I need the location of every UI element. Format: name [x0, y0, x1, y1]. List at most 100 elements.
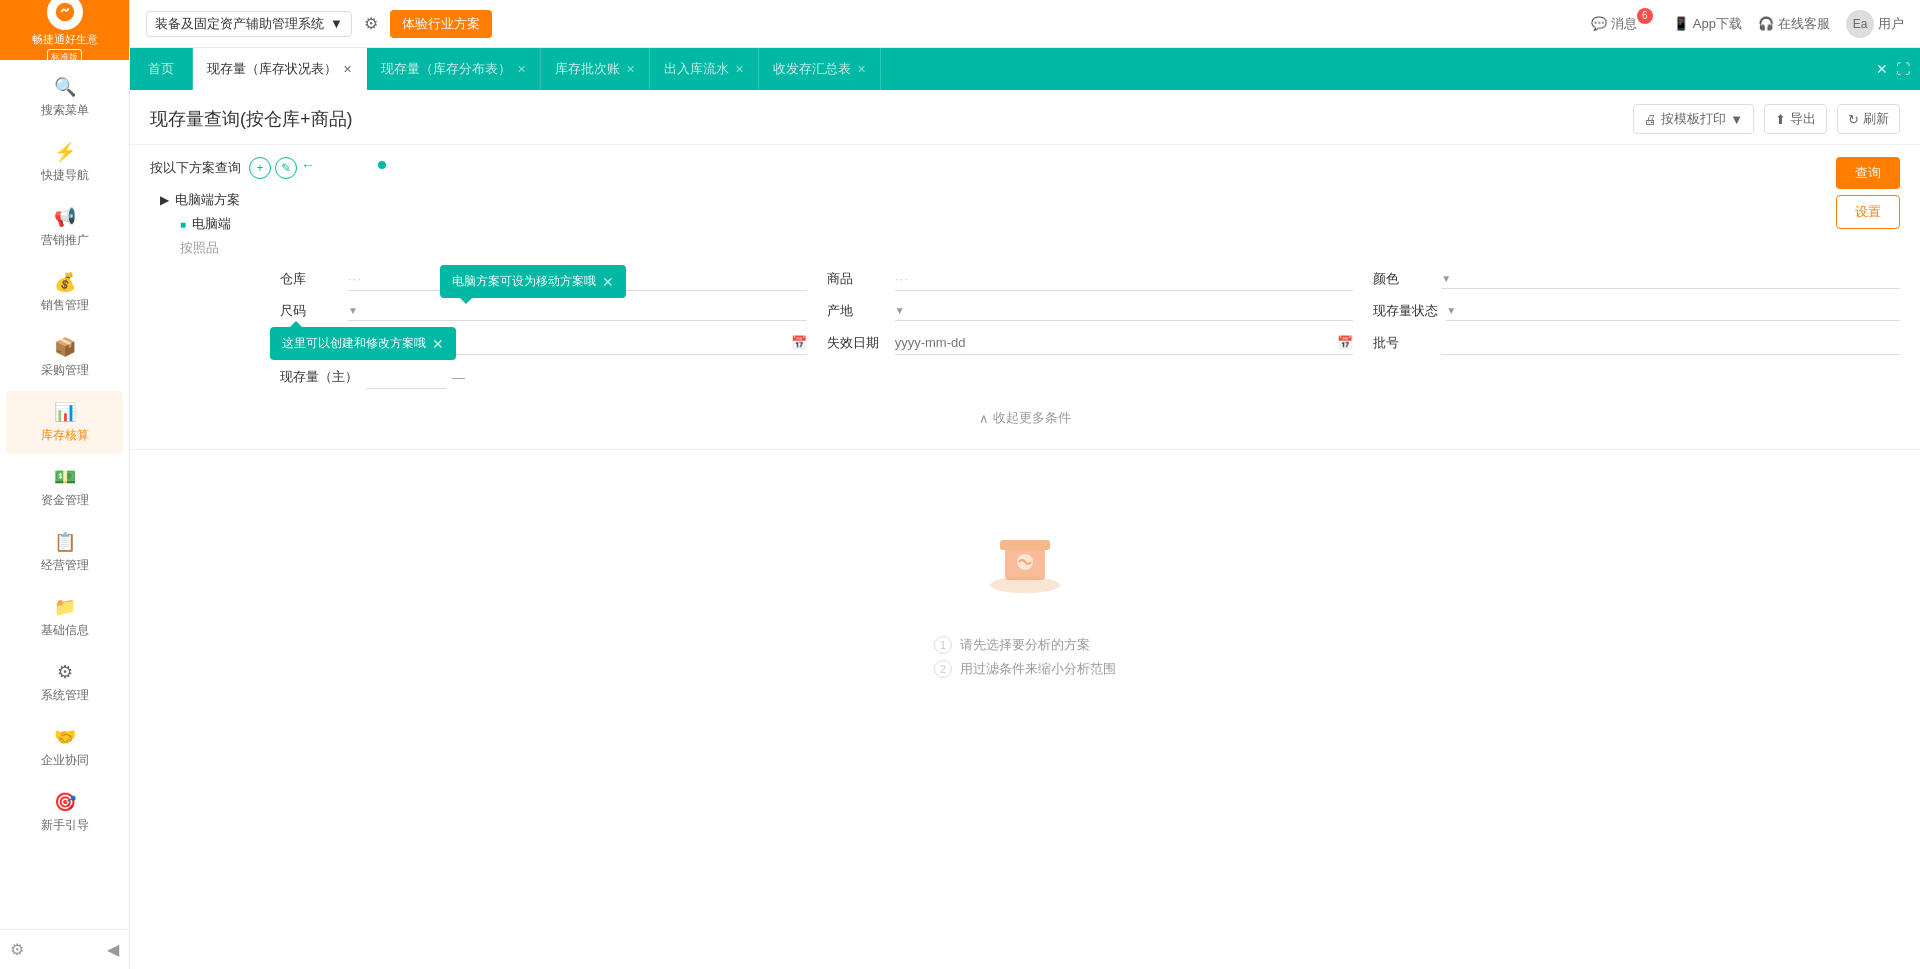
desktop-item-1[interactable]: ■ 电脑端 [180, 215, 1900, 233]
filter-section: 按以下方案查询 + ✎ ← ▶ 电脑端方案 ■ [130, 145, 1920, 450]
collapse-sidebar-icon[interactable]: ◀ [107, 940, 119, 959]
sidebar-item-inventory[interactable]: 📊 库存核算 [6, 391, 123, 454]
sidebar-item-enterprise[interactable]: 🤝 企业协同 [6, 716, 123, 779]
bullet-icon: ■ [180, 219, 186, 230]
sidebar-item-search[interactable]: 🔍 搜索菜单 [6, 66, 123, 129]
dot-indicator [378, 161, 386, 169]
origin-dropdown-icon: ▼ [895, 305, 905, 316]
sidebar-item-operations[interactable]: 📋 经营管理 [6, 521, 123, 584]
top-header: 装备及固定资产辅助管理系统 ▼ ⚙ 体验行业方案 💬 消息 6 📱 App下载 … [130, 0, 1920, 48]
calendar-icon[interactable]: 📅 [791, 335, 807, 350]
sidebar-item-label: 库存核算 [41, 427, 89, 444]
tab-inventory-status-label: 现存量（库存状况表） [207, 60, 337, 78]
sidebar-item-finance[interactable]: 💵 资金管理 [6, 456, 123, 519]
svg-rect-3 [1000, 540, 1050, 550]
user-label: 用户 [1878, 15, 1904, 33]
goods-select[interactable]: ··· [895, 267, 1354, 291]
print-btn[interactable]: 🖨 按模板打印 ▼ [1633, 104, 1754, 134]
tab-close-icon[interactable]: ✕ [343, 63, 352, 76]
tab-close-icon[interactable]: ✕ [626, 63, 635, 76]
edit-scheme-btn[interactable]: ✎ [275, 157, 297, 179]
close-tab-icon[interactable]: ✕ [1876, 61, 1888, 77]
origin-select[interactable]: ▼ [895, 301, 1354, 321]
page-actions: 🖨 按模板打印 ▼ ⬆ 导出 ↻ 刷新 [1633, 104, 1900, 134]
sidebar-item-basicinfo[interactable]: 📁 基础信息 [6, 586, 123, 649]
empty-step-2: 2 用过滤条件来缩小分析范围 [934, 660, 1116, 678]
size-label: 尺码 [280, 302, 340, 320]
tab-summary[interactable]: 收发存汇总表 ✕ [759, 48, 881, 90]
goods-label: 商品 [827, 270, 887, 288]
tab-close-icon[interactable]: ✕ [857, 63, 866, 76]
stock-min-input[interactable] [366, 365, 446, 389]
color-label: 颜色 [1373, 270, 1433, 288]
desktop-item-2-label: 按照品 [180, 239, 219, 257]
filter-item-stock-main: 现存量（主） — [280, 365, 1900, 389]
tab-close-icon[interactable]: ✕ [735, 63, 744, 76]
tab-batch-label: 库存批次账 [555, 60, 620, 78]
main-area: 装备及固定资产辅助管理系统 ▼ ⚙ 体验行业方案 💬 消息 6 📱 App下载 … [130, 0, 1920, 969]
collapse-up-icon: ∧ [979, 411, 989, 426]
tab-inventory-dist[interactable]: 现存量（库存分布表） ✕ [367, 48, 541, 90]
sidebar-item-sales[interactable]: 💰 销售管理 [6, 261, 123, 324]
page-header: 现存量查询(按仓库+商品) 🖨 按模板打印 ▼ ⬆ 导出 ↻ 刷新 [130, 90, 1920, 145]
stock-range: — [366, 365, 465, 389]
tab-close-icon[interactable]: ✕ [517, 63, 526, 76]
industry-btn[interactable]: 体验行业方案 [390, 10, 492, 38]
refresh-icon: ↻ [1848, 112, 1859, 127]
export-btn[interactable]: ⬆ 导出 [1764, 104, 1827, 134]
settings-icon[interactable]: ⚙ [364, 14, 378, 33]
query-btn[interactable]: 查询 [1836, 157, 1900, 189]
expiry-date-input[interactable]: 📅 [895, 331, 1354, 355]
edit-tooltip-close[interactable]: ✕ [432, 336, 444, 352]
arrow-left-icon[interactable]: ← [301, 157, 315, 179]
system-icon: ⚙ [57, 661, 73, 683]
stock-status-select[interactable]: ▼ [1446, 301, 1900, 321]
sidebar-item-marketing[interactable]: 📢 营销推广 [6, 196, 123, 259]
collapse-btn[interactable]: ∧ 收起更多条件 [979, 409, 1071, 427]
online-support-btn[interactable]: 🎧 在线客服 [1758, 15, 1830, 33]
calendar2-icon[interactable]: 📅 [1337, 335, 1353, 350]
user-btn[interactable]: Ea 用户 [1846, 10, 1904, 38]
messages-label: 消息 [1611, 15, 1637, 33]
tab-inventory-status[interactable]: 现存量（库存状况表） ✕ [193, 48, 367, 90]
size-select[interactable]: ▼ [348, 301, 807, 321]
desktop-item-2[interactable]: 按照品 [180, 239, 1900, 257]
goods-dots: ··· [895, 271, 909, 286]
sidebar-item-system[interactable]: ⚙ 系统管理 [6, 651, 123, 714]
logo-text: 畅捷通好生意 [32, 32, 98, 46]
settings-query-btn[interactable]: 设置 [1836, 195, 1900, 229]
sidebar-item-label: 销售管理 [41, 297, 89, 314]
search-icon: 🔍 [54, 76, 76, 98]
header-left: 装备及固定资产辅助管理系统 ▼ ⚙ 体验行业方案 [146, 10, 492, 38]
sidebar-item-label: 系统管理 [41, 687, 89, 704]
sidebar-item-purchase[interactable]: 📦 采购管理 [6, 326, 123, 389]
batch-input[interactable] [1441, 331, 1900, 355]
size-dropdown-icon: ▼ [348, 305, 358, 316]
app-download-btn[interactable]: 📱 App下载 [1673, 15, 1742, 33]
tab-home[interactable]: 首页 [130, 48, 193, 90]
add-scheme-btn[interactable]: + [249, 157, 271, 179]
page-title: 现存量查询(按仓库+商品) [150, 107, 353, 131]
messages-btn[interactable]: 💬 消息 6 [1591, 15, 1657, 33]
stock-status-dropdown-icon: ▼ [1446, 305, 1456, 316]
tab-inout[interactable]: 出入库流水 ✕ [650, 48, 759, 90]
scheme-tooltip-close[interactable]: ✕ [602, 274, 614, 290]
settings-bottom-icon[interactable]: ⚙ [10, 940, 24, 959]
sidebar-item-guide[interactable]: 🎯 新手引导 [6, 781, 123, 844]
color-select[interactable]: ▼ [1441, 269, 1900, 289]
refresh-btn[interactable]: ↻ 刷新 [1837, 104, 1900, 134]
sidebar: 畅捷通好生意 标准版 🔍 搜索菜单 ⚡ 快捷导航 📢 营销推广 💰 销售管理 [0, 0, 130, 969]
collapse-bar: ∧ 收起更多条件 [150, 399, 1900, 437]
expiry-date-field[interactable] [895, 335, 1338, 350]
sidebar-item-quicknav[interactable]: ⚡ 快捷导航 [6, 131, 123, 194]
sidebar-item-label: 企业协同 [41, 752, 89, 769]
empty-step-1: 1 请先选择要分析的方案 [934, 636, 1116, 654]
system-selector[interactable]: 装备及固定资产辅助管理系统 ▼ [146, 11, 352, 37]
maximize-icon[interactable]: ⛶ [1896, 61, 1910, 77]
logo-icon [47, 0, 83, 30]
content-area: 现存量查询(按仓库+商品) 🖨 按模板打印 ▼ ⬆ 导出 ↻ 刷新 [130, 90, 1920, 969]
origin-label: 产地 [827, 302, 887, 320]
filter-header: 按以下方案查询 + ✎ ← [150, 157, 1900, 179]
tab-batch[interactable]: 库存批次账 ✕ [541, 48, 650, 90]
print-dropdown-icon: ▼ [1730, 112, 1743, 127]
